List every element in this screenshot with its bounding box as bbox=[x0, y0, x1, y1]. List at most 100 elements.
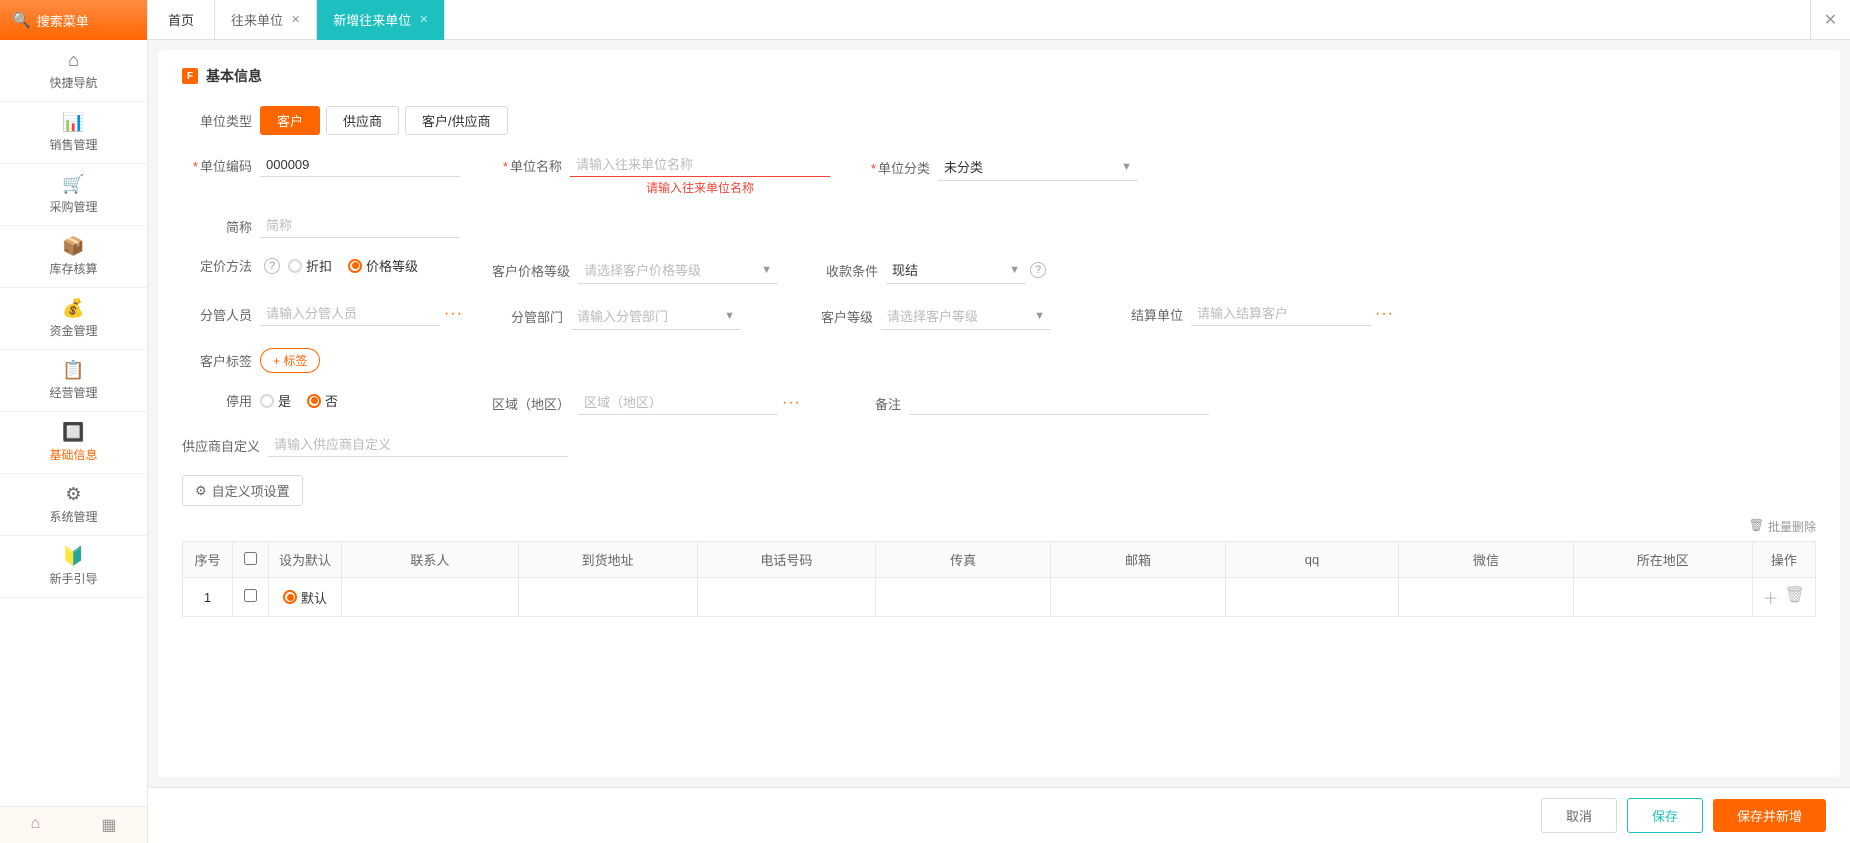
payment-terms-field: 收款条件 现结 ▼ ? bbox=[808, 256, 1088, 284]
row-qq[interactable] bbox=[1225, 578, 1398, 617]
disabled-region-row: 停用 是 否 区域（地区） ··· 备注 bbox=[182, 391, 1816, 415]
th-wechat: 微信 bbox=[1399, 542, 1574, 578]
region-more-btn[interactable]: ··· bbox=[782, 394, 801, 412]
sidebar-item-sales[interactable]: 📊 销售管理 bbox=[0, 102, 147, 164]
disabled-yes[interactable]: 是 bbox=[260, 391, 291, 410]
unit-btn-both[interactable]: 客户/供应商 bbox=[405, 106, 508, 135]
price-level-label: 价格等级 bbox=[366, 256, 418, 275]
unit-btn-customer[interactable]: 客户 bbox=[260, 106, 320, 135]
customer-level-select[interactable]: 请选择客户等级 ▼ bbox=[881, 302, 1051, 330]
row-address[interactable] bbox=[518, 578, 697, 617]
row-region[interactable] bbox=[1573, 578, 1752, 617]
row-fax[interactable] bbox=[876, 578, 1051, 617]
tab-unit-list[interactable]: 往来单位 ✕ bbox=[215, 0, 317, 40]
payment-terms-help-icon[interactable]: ? bbox=[1030, 262, 1046, 278]
unit-name-input[interactable] bbox=[570, 153, 830, 177]
sidebar-item-purchase[interactable]: 🛒 采购管理 bbox=[0, 164, 147, 226]
region-input[interactable] bbox=[578, 391, 778, 415]
email-input[interactable] bbox=[1061, 590, 1215, 605]
disabled-no[interactable]: 否 bbox=[307, 391, 338, 410]
tab-new-unit-close[interactable]: ✕ bbox=[419, 13, 428, 26]
disabled-no-circle bbox=[307, 394, 321, 408]
unit-category-select[interactable]: 未分类 ▼ bbox=[938, 153, 1138, 181]
region-table-input[interactable] bbox=[1584, 590, 1742, 605]
sidebar-item-inventory[interactable]: 📦 库存核算 bbox=[0, 226, 147, 288]
home-bottom-icon: ⌂ bbox=[31, 815, 41, 833]
disabled-field: 停用 是 否 bbox=[182, 391, 462, 410]
content-area: F 基本信息 单位类型 客户 供应商 客户/供应商 单位编码 单位名称 bbox=[158, 50, 1840, 777]
manager-input[interactable] bbox=[260, 302, 440, 326]
remark-input[interactable] bbox=[909, 391, 1209, 415]
short-name-input[interactable] bbox=[260, 214, 460, 238]
remark-field: 备注 bbox=[831, 391, 1209, 415]
basics-icon: 🔲 bbox=[62, 422, 84, 443]
add-tag-button[interactable]: + 标签 bbox=[260, 348, 320, 373]
customer-price-level-select[interactable]: 请选择客户价格等级 ▼ bbox=[578, 256, 778, 284]
save-button[interactable]: 保存 bbox=[1627, 798, 1703, 833]
sidebar-home-btn[interactable]: ⌂ bbox=[31, 815, 41, 835]
settlement-unit-field: 结算单位 ··· bbox=[1113, 302, 1394, 326]
address-input[interactable] bbox=[529, 590, 687, 605]
row-phone[interactable] bbox=[697, 578, 876, 617]
save-new-button[interactable]: 保存并新增 bbox=[1713, 799, 1826, 832]
contact-input[interactable] bbox=[352, 590, 508, 605]
tab-new-unit[interactable]: 新增往来单位 ✕ bbox=[317, 0, 445, 40]
settlement-unit-input[interactable] bbox=[1191, 302, 1371, 326]
sidebar-item-quick-nav[interactable]: ⌂ 快捷导航 bbox=[0, 40, 147, 102]
sidebar-item-system[interactable]: ⚙ 系统管理 bbox=[0, 474, 147, 536]
price-level-radio-circle bbox=[348, 259, 362, 273]
tab-new-unit-label: 新增往来单位 bbox=[333, 10, 411, 29]
payment-terms-select[interactable]: 现结 ▼ bbox=[886, 256, 1026, 284]
row-wechat[interactable] bbox=[1399, 578, 1574, 617]
row-default-radio[interactable]: 默认 bbox=[279, 588, 331, 607]
customer-tags-field: 客户标签 + 标签 bbox=[182, 348, 462, 373]
department-select[interactable]: 请输入分管部门 ▼ bbox=[571, 302, 741, 330]
search-icon: 🔍 bbox=[12, 11, 31, 29]
unit-code-input[interactable] bbox=[260, 153, 460, 177]
default-radio-label: 默认 bbox=[301, 588, 327, 607]
batch-delete-label[interactable]: 批量删除 bbox=[1768, 518, 1816, 535]
pricing-help-icon[interactable]: ? bbox=[264, 258, 280, 274]
settlement-unit-more-btn[interactable]: ··· bbox=[1375, 305, 1394, 323]
tab-home[interactable]: 首页 bbox=[148, 0, 215, 40]
row-email[interactable] bbox=[1051, 578, 1226, 617]
delete-row-btn[interactable]: 🗑 bbox=[1785, 585, 1805, 609]
disabled-label: 停用 bbox=[182, 391, 252, 410]
row-checkbox[interactable] bbox=[244, 589, 257, 602]
manager-field: 分管人员 ··· bbox=[182, 302, 463, 326]
wechat-input[interactable] bbox=[1409, 590, 1563, 605]
fax-input[interactable] bbox=[886, 590, 1040, 605]
supplier-custom-row: 供应商自定义 bbox=[182, 433, 1816, 457]
tab-unit-list-close[interactable]: ✕ bbox=[291, 13, 300, 26]
unit-btn-supplier[interactable]: 供应商 bbox=[326, 106, 399, 135]
supplier-custom-input[interactable] bbox=[268, 433, 568, 457]
sidebar-item-basics[interactable]: 🔲 基础信息 bbox=[0, 412, 147, 474]
add-row-btn[interactable]: ＋ bbox=[1763, 585, 1779, 609]
phone-input[interactable] bbox=[708, 590, 866, 605]
pricing-radio-discount[interactable]: 折扣 bbox=[288, 256, 332, 275]
select-all-checkbox[interactable] bbox=[244, 552, 257, 565]
th-contact: 联系人 bbox=[342, 542, 519, 578]
contact-table: 序号 设为默认 联系人 到货地址 电话号码 传真 邮箱 qq 微信 所在地区 操… bbox=[182, 541, 1816, 617]
sidebar-menu-btn[interactable]: ▦ bbox=[101, 815, 116, 835]
pricing-radio-price-level[interactable]: 价格等级 bbox=[348, 256, 418, 275]
unit-category-arrow: ▼ bbox=[1121, 161, 1132, 173]
th-default: 设为默认 bbox=[269, 542, 342, 578]
manager-more-btn[interactable]: ··· bbox=[444, 305, 463, 323]
window-close-button[interactable]: ✕ bbox=[1810, 0, 1850, 40]
customer-level-placeholder: 请选择客户等级 bbox=[887, 306, 978, 325]
sidebar-item-operations[interactable]: 📋 经营管理 bbox=[0, 350, 147, 412]
payment-terms-value: 现结 bbox=[892, 260, 918, 279]
sidebar-item-label: 采购管理 bbox=[49, 198, 97, 215]
sidebar-item-finance[interactable]: 💰 资金管理 bbox=[0, 288, 147, 350]
disabled-radio-group: 是 否 bbox=[260, 391, 338, 410]
th-phone: 电话号码 bbox=[697, 542, 876, 578]
row-contact[interactable] bbox=[342, 578, 519, 617]
sidebar-item-newbie[interactable]: 🔰 新手引导 bbox=[0, 536, 147, 598]
custom-settings-button[interactable]: ⚙ 自定义项设置 bbox=[182, 475, 303, 506]
sidebar-search[interactable]: 🔍 搜索菜单 bbox=[0, 0, 147, 40]
cancel-button[interactable]: 取消 bbox=[1541, 798, 1617, 833]
supplier-custom-field: 供应商自定义 bbox=[182, 433, 568, 457]
remark-label: 备注 bbox=[831, 394, 901, 413]
qq-input[interactable] bbox=[1236, 590, 1388, 605]
